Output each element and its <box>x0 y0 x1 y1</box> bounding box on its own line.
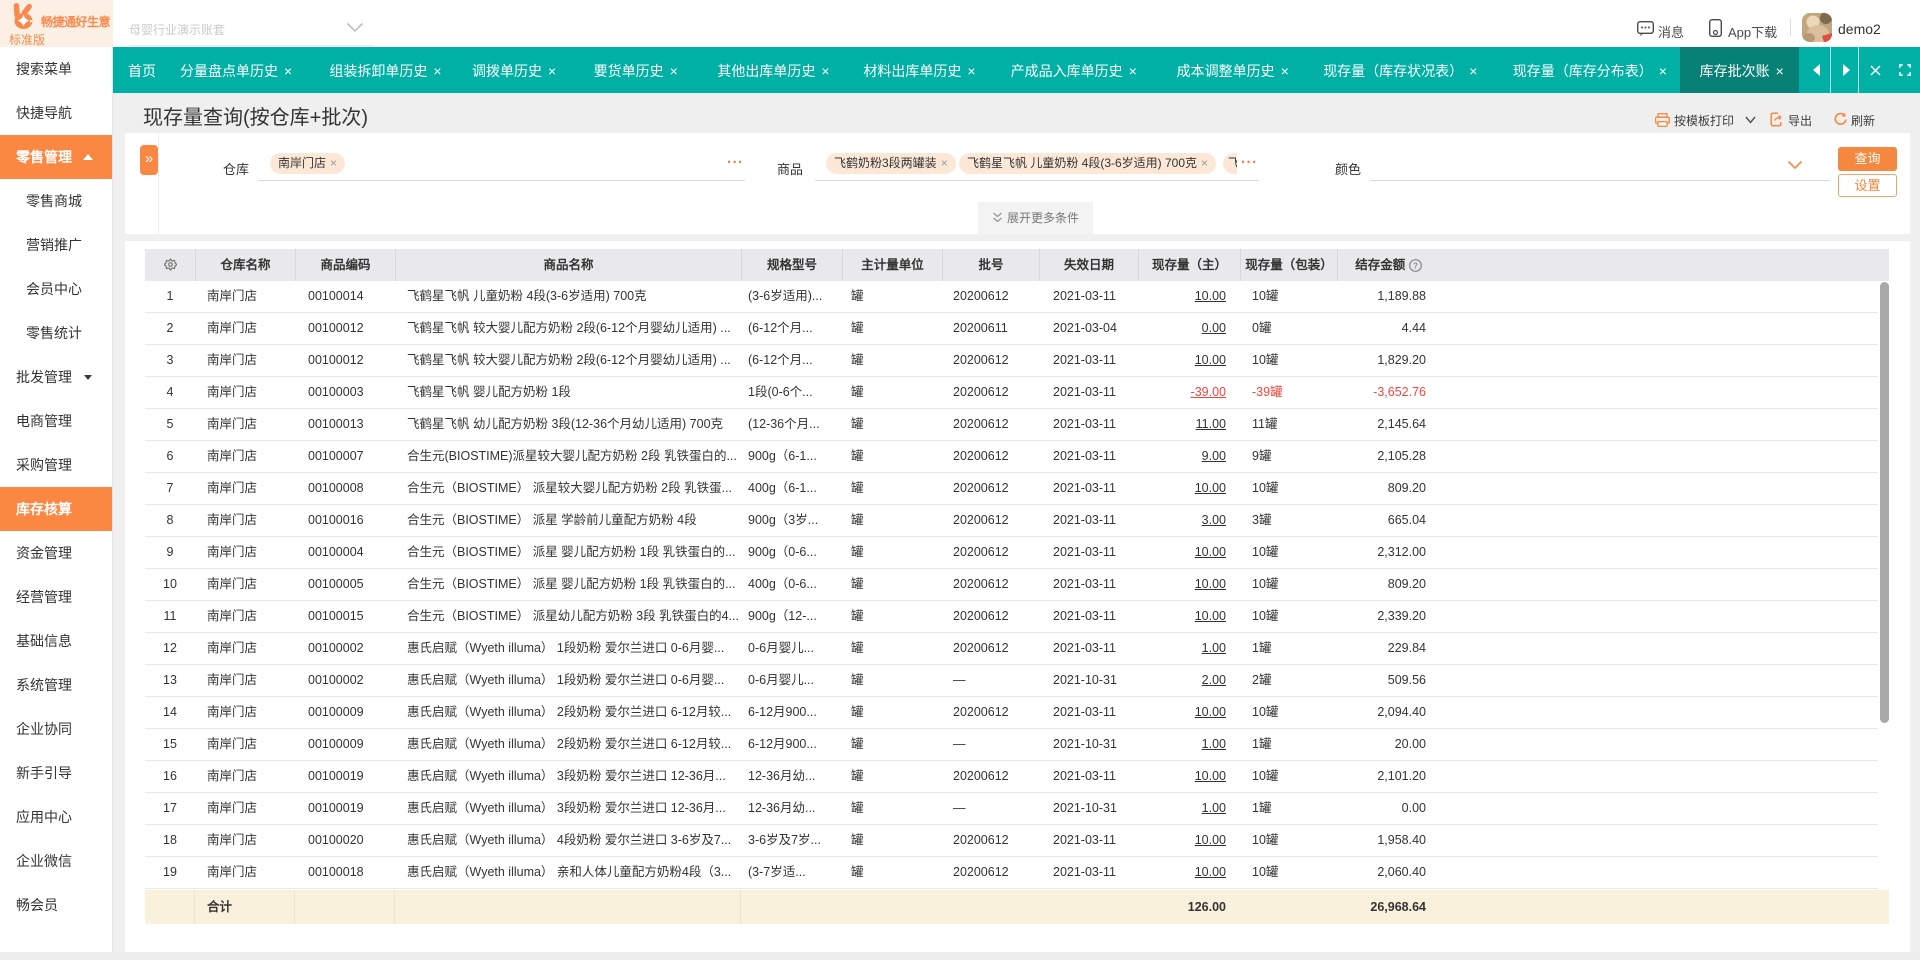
svg-text:?: ? <box>1413 261 1418 270</box>
